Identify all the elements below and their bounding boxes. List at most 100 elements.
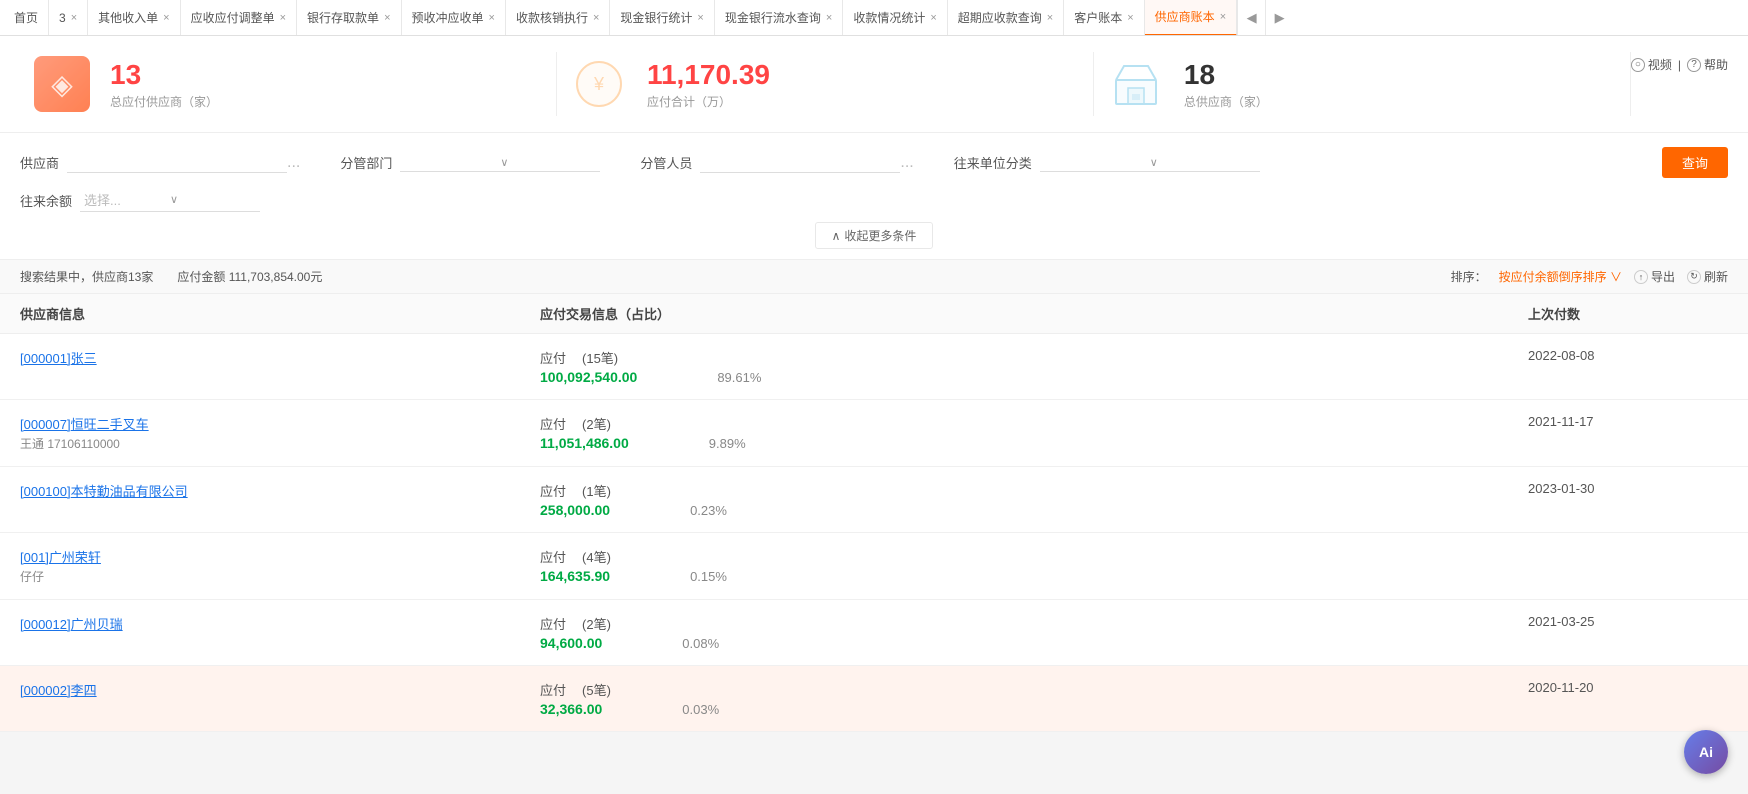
nav-tab-vendor-ledger[interactable]: 供应商账本 × (1145, 0, 1237, 36)
balance-label: 往来余额 (20, 191, 72, 210)
transaction-info-2: 应付 (2笔) 11,051,486.00 9.89% (540, 414, 1528, 451)
filter-item-supplier: 供应商 ... (20, 153, 300, 173)
filter-row-1: 供应商 ... 分管部门 ∨ 分管人员 ... 往来单位分类 ∨ 查询 (20, 147, 1728, 178)
trans-amount-6[interactable]: 32,366.00 (540, 701, 602, 717)
supplier-link-5[interactable]: [000012]广州贝瑞 (20, 614, 540, 633)
supplier-link-3[interactable]: [000100]本特勤油品有限公司 (20, 481, 540, 500)
lastpay-5: 2021-03-25 (1528, 614, 1728, 629)
lastpay-6: 2020-11-20 (1528, 680, 1728, 695)
nav-tab-overdue-ar[interactable]: 超期应收款查询 × (948, 0, 1064, 36)
table-row[interactable]: [000007]恒旺二手叉车 王通 17106110000 应付 (2笔) 11… (0, 400, 1748, 467)
close-tab-receipt-stat[interactable]: × (930, 12, 936, 24)
result-bar: 搜索结果中，供应商13家 应付金额 111,703,854.00元 排序： 按应… (0, 260, 1748, 294)
close-tab-overdue-ar[interactable]: × (1047, 12, 1053, 24)
nav-tab-cash-flow[interactable]: 现金银行流水查询 × (715, 0, 843, 36)
table-section: 供应商信息 应付交易信息（占比） 上次付数 [000001]张三 应付 (15笔… (0, 294, 1748, 732)
dept-select[interactable]: ∨ (400, 154, 600, 172)
close-tab-cash-flow[interactable]: × (826, 12, 832, 24)
person-dots[interactable]: ... (900, 154, 913, 172)
nav-tab-home[interactable]: 首页 (4, 0, 49, 36)
help-link[interactable]: 帮助 (1704, 56, 1728, 73)
close-tab-vendor-ledger[interactable]: × (1220, 11, 1226, 23)
person-input[interactable] (700, 153, 900, 173)
nav-tab-prepay-ar[interactable]: 预收冲应收单 × (402, 0, 506, 36)
lastpay-3: 2023-01-30 (1528, 481, 1728, 496)
close-tab-prepay-ar[interactable]: × (489, 12, 495, 24)
supplier-label: 供应商 (20, 153, 59, 172)
close-tab-3[interactable]: × (71, 12, 77, 24)
ai-badge[interactable]: Ai (1684, 730, 1728, 774)
supplier-sub-2: 王通 17106110000 (20, 435, 540, 452)
nav-tab-receipt-stat[interactable]: 收款情况统计 × (843, 0, 947, 36)
supplier-link-1[interactable]: [000001]张三 (20, 348, 540, 367)
vendor-payable-icon (30, 52, 94, 116)
result-sep (159, 268, 171, 285)
trans-amount-2[interactable]: 11,051,486.00 (540, 435, 629, 451)
nav-arrow-left[interactable]: ◀ (1237, 0, 1265, 36)
payable-total-number: 11,170.39 (647, 58, 770, 92)
video-link[interactable]: 视频 (1648, 56, 1672, 73)
dept-label: 分管部门 (340, 153, 392, 172)
trans-amount-4[interactable]: 164,635.90 (540, 568, 610, 584)
nav-tab-other-income[interactable]: 其他收入单 × (88, 0, 180, 36)
trans-amount-5[interactable]: 94,600.00 (540, 635, 602, 651)
trans-count-6: (5笔) (582, 680, 611, 699)
total-vendors-number: 18 (1184, 58, 1268, 92)
supplier-sub-4: 仔仔 (20, 568, 540, 585)
table-row[interactable]: [000001]张三 应付 (15笔) 100,092,540.00 89.61… (0, 334, 1748, 400)
trans-type-4: 应付 (540, 547, 566, 566)
col-header-transaction: 应付交易信息（占比） (540, 304, 1528, 323)
query-button[interactable]: 查询 (1662, 147, 1728, 178)
supplier-link-2[interactable]: [000007]恒旺二手叉车 (20, 414, 540, 433)
close-tab-payment-verify[interactable]: × (593, 12, 599, 24)
trans-amount-1[interactable]: 100,092,540.00 (540, 369, 637, 385)
trans-percent-6: 0.03% (682, 702, 719, 717)
transaction-info-4: 应付 (4笔) 164,635.90 0.15% (540, 547, 1528, 584)
payable-total-icon: ¥ (567, 52, 631, 116)
trans-percent-2: 9.89% (709, 436, 746, 451)
table-header: 供应商信息 应付交易信息（占比） 上次付数 (0, 294, 1748, 334)
close-tab-customer-ledger[interactable]: × (1127, 12, 1133, 24)
close-tab-other-income[interactable]: × (163, 12, 169, 24)
nav-tab-ar-ap-adjust[interactable]: 应收应付调整单 × (181, 0, 297, 36)
svg-text:¥: ¥ (593, 74, 605, 94)
supplier-link-6[interactable]: [000002]李四 (20, 680, 540, 699)
table-row[interactable]: [000012]广州贝瑞 应付 (2笔) 94,600.00 0.08% 202… (0, 600, 1748, 666)
supplier-link-4[interactable]: [001]广州荣轩 (20, 547, 540, 566)
trans-amount-3[interactable]: 258,000.00 (540, 502, 610, 518)
table-row[interactable]: [000100]本特勤油品有限公司 应付 (1笔) 258,000.00 0.2… (0, 467, 1748, 533)
nav-tab-bank-deposit[interactable]: 银行存取款单 × (297, 0, 401, 36)
refresh-button[interactable]: ↻ 刷新 (1687, 268, 1728, 285)
collapse-button[interactable]: ∧ 收起更多条件 (815, 222, 934, 249)
close-tab-cash-bank-stat[interactable]: × (697, 12, 703, 24)
supplier-input[interactable] (67, 153, 287, 173)
nav-tab-customer-ledger[interactable]: 客户账本 × (1064, 0, 1144, 36)
balance-select[interactable]: 选择... ∨ (80, 188, 260, 212)
summary-card-total-vendors: 18 总供应商（家） (1094, 52, 1631, 116)
nav-tab-3[interactable]: 3 × (49, 0, 88, 36)
category-select[interactable]: ∨ (1040, 154, 1260, 172)
nav-tab-cash-bank-stat[interactable]: 现金银行统计 × (610, 0, 714, 36)
filter-item-category: 往来单位分类 ∨ (954, 153, 1260, 172)
close-tab-ar-ap-adjust[interactable]: × (280, 12, 286, 24)
sort-value[interactable]: 按应付余额倒序排序 ∨ (1499, 268, 1622, 285)
supplier-dots[interactable]: ... (287, 154, 300, 172)
export-button[interactable]: ↑ 导出 (1634, 268, 1675, 285)
transaction-info-3: 应付 (1笔) 258,000.00 0.23% (540, 481, 1528, 518)
trans-count-1: (15笔) (582, 348, 618, 367)
summary-card-vendor-payable: 13 总应付供应商（家） (20, 52, 557, 116)
close-tab-bank-deposit[interactable]: × (384, 12, 390, 24)
filter-item-balance: 往来余额 选择... ∨ (20, 188, 260, 212)
category-label: 往来单位分类 (954, 153, 1032, 172)
summary-info-3: 18 总供应商（家） (1184, 58, 1268, 111)
nav-arrow-right[interactable]: ▶ (1265, 0, 1293, 36)
trans-count-5: (2笔) (582, 614, 611, 633)
table-row[interactable]: [001]广州荣轩 仔仔 应付 (4笔) 164,635.90 0.15% (0, 533, 1748, 600)
category-arrow: ∨ (1150, 156, 1256, 169)
supplier-info-5: [000012]广州贝瑞 (20, 614, 540, 633)
circle-icon: ○ (1631, 58, 1645, 72)
col-header-lastpay: 上次付数 (1528, 304, 1728, 323)
vendor-payable-number: 13 (110, 58, 218, 92)
nav-tab-payment-verify[interactable]: 收款核销执行 × (506, 0, 610, 36)
table-row[interactable]: [000002]李四 应付 (5笔) 32,366.00 0.03% 2020-… (0, 666, 1748, 732)
